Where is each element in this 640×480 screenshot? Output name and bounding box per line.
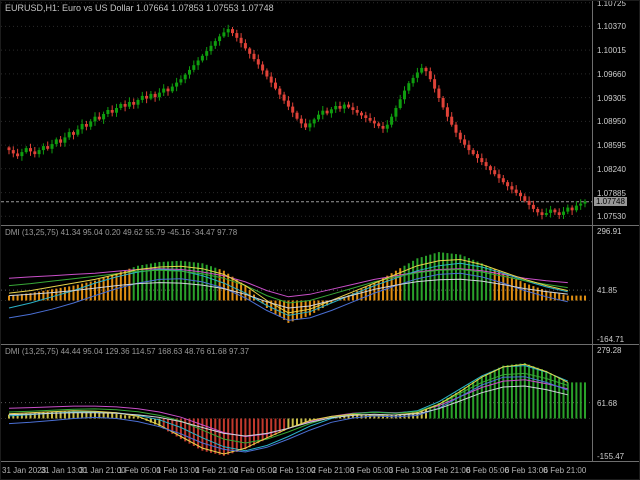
price-tick-label: 1.10015 <box>597 46 626 56</box>
price-axis-separator <box>592 1 593 462</box>
time-axis-label: 6 Feb 05:00 <box>466 466 509 475</box>
time-axis-label: 2 Feb 13:00 <box>272 466 316 475</box>
price-tick-label: 1.09305 <box>597 93 626 103</box>
panel-separator[interactable] <box>1 225 639 226</box>
indicator-tick-label: 296.91 <box>597 227 622 236</box>
time-axis-label: 2 Feb 05:00 <box>234 466 277 475</box>
price-axis[interactable]: 1.10725 1.10370 1.10015 1.09660 1.09305 1.089… <box>593 0 639 462</box>
indicator-tick-label: -155.47 <box>597 452 625 461</box>
oscillator-1-svg <box>1 252 592 323</box>
panel-separator[interactable] <box>1 344 639 345</box>
time-axis[interactable]: 31 Jan 2023 31 Jan 13:00 31 Jan 21:00 1 Feb… <box>1 462 639 479</box>
price-tick-label: 1.10370 <box>597 22 626 32</box>
price-tick-label: 1.08950 <box>597 117 626 127</box>
indicator-tick-label: 61.68 <box>597 398 618 408</box>
time-axis-label: 3 Feb 21:00 <box>427 466 471 475</box>
main-chart-panel[interactable]: EURUSD,H1: Euro vs US Dollar 1.07664 1.0… <box>1 1 592 225</box>
time-axis-label: 1 Feb 13:00 <box>156 466 200 475</box>
current-price-marker: 1.07748 <box>594 196 627 206</box>
histogram-layer <box>8 252 586 323</box>
time-axis-label: 3 Feb 13:00 <box>388 466 432 475</box>
indicator-panel-1[interactable]: DMI (13,25,75) 41.34 95.04 0.20 49.62 55… <box>1 226 592 344</box>
price-tick-label: 1.07530 <box>597 212 626 222</box>
time-axis-label: 1 Feb 05:00 <box>118 466 161 475</box>
price-tick-label: 1.08240 <box>597 164 626 174</box>
panel-separator <box>1 461 639 462</box>
indicator-tick-label: 41.85 <box>597 286 618 296</box>
blue-line <box>8 376 568 453</box>
indicator-tick-label: -164.71 <box>597 335 625 344</box>
green-line <box>8 268 568 304</box>
time-axis-label: 6 Feb 21:00 <box>543 466 587 475</box>
price-tick-label: 1.08595 <box>597 141 626 151</box>
price-tick-label: 1.10725 <box>597 0 626 8</box>
cyan-line <box>8 365 568 452</box>
indicator-panel-2[interactable]: DMI (13,25,75) 44.44 95.04 129.36 114.57… <box>1 345 592 461</box>
chart-symbol-label: EURUSD,H1: Euro vs US Dollar 1.07664 1.0… <box>5 3 274 13</box>
indicator2-label: DMI (13,25,75) 44.44 95.04 129.36 114.57… <box>5 347 250 356</box>
candlestick-chart-svg <box>1 2 592 220</box>
time-axis-label: 31 Jan 2023 <box>2 466 47 475</box>
indicator1-label: DMI (13,25,75) 41.34 95.04 0.20 49.62 55… <box>5 228 238 237</box>
time-axis-label: 2 Feb 21:00 <box>311 466 355 475</box>
time-axis-label: 3 Feb 05:00 <box>350 466 393 475</box>
indicator-tick-label: 279.28 <box>597 346 622 355</box>
price-tick-label: 1.09660 <box>597 69 626 79</box>
time-axis-label: 6 Feb 13:00 <box>504 466 548 475</box>
candlestick-layer <box>7 24 587 220</box>
mt4-chart-window: EURUSD,H1: Euro vs US Dollar 1.07664 1.0… <box>0 0 640 480</box>
time-axis-label: 1 Feb 21:00 <box>195 466 239 475</box>
oscillator-2-svg <box>1 363 592 456</box>
